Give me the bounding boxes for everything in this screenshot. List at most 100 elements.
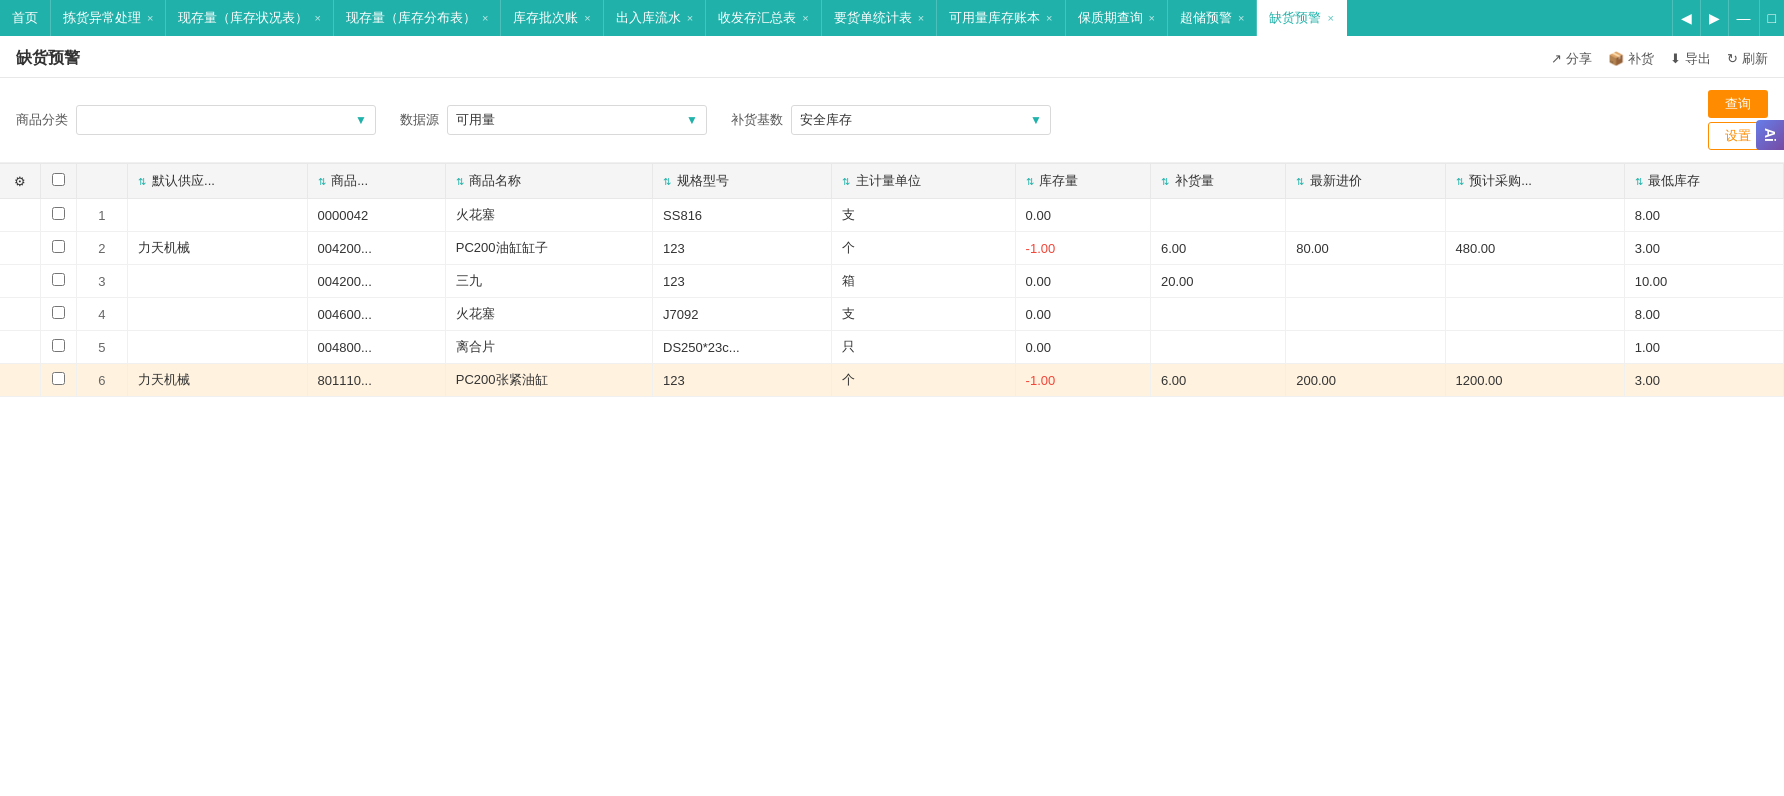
th-row-num (76, 164, 128, 199)
share-button[interactable]: ↗ 分享 (1551, 50, 1592, 68)
row-checkbox-cell[interactable] (40, 331, 76, 364)
table-row: 4 004600... 火花塞 J7092 支 0.00 8.00 (0, 298, 1784, 331)
th-unit[interactable]: ⇅ 主计量单位 (832, 164, 1015, 199)
sort-icon: ⇅ (1026, 176, 1034, 187)
tab-demand-stats[interactable]: 要货单统计表 × (822, 0, 937, 36)
row-checkbox-cell[interactable] (40, 232, 76, 265)
th-supplier[interactable]: ⇅ 默认供应... (128, 164, 307, 199)
category-select[interactable]: ▼ (76, 105, 376, 135)
tab-picking-exception[interactable]: 拣货异常处理 × (51, 0, 166, 36)
tab-inventory-distribution[interactable]: 现存量（库存分布表） × (334, 0, 501, 36)
row-name: 三九 (445, 265, 652, 298)
select-all-th[interactable] (40, 164, 76, 199)
sort-icon: ⇅ (456, 176, 464, 187)
tab-close-icon[interactable]: × (687, 12, 693, 24)
row-checkbox[interactable] (52, 339, 65, 352)
tab-close-icon[interactable]: × (147, 12, 153, 24)
tab-close-icon[interactable]: × (314, 12, 320, 24)
tab-close-icon[interactable]: × (802, 12, 808, 24)
tab-prev-button[interactable]: ◀ (1672, 0, 1700, 36)
export-button[interactable]: ⬇ 导出 (1670, 50, 1711, 68)
th-spec[interactable]: ⇅ 规格型号 (653, 164, 832, 199)
row-gear-cell (0, 331, 40, 364)
tab-receipt-summary[interactable]: 收发存汇总表 × (706, 0, 821, 36)
tab-overstock[interactable]: 超储预警 × (1168, 0, 1257, 36)
row-latest-price: 80.00 (1286, 232, 1445, 265)
th-min-stock[interactable]: ⇅ 最低库存 (1624, 164, 1783, 199)
table-row: 5 004800... 离合片 DS250*23c... 只 0.00 1.00 (0, 331, 1784, 364)
row-supplier (128, 298, 307, 331)
sort-icon: ⇅ (1161, 176, 1169, 187)
tab-batch-account[interactable]: 库存批次账 × (501, 0, 603, 36)
replenish-base-filter-group: 补货基数 安全库存 ▼ (731, 105, 1051, 135)
row-code: 004200... (307, 265, 445, 298)
row-replenish (1150, 331, 1285, 364)
row-min-stock: 3.00 (1624, 364, 1783, 397)
row-checkbox[interactable] (52, 372, 65, 385)
tab-close-icon[interactable]: × (1238, 12, 1244, 24)
table-row: 1 0000042 火花塞 SS816 支 0.00 8.00 (0, 199, 1784, 232)
tab-shortage[interactable]: 缺货预警 × (1257, 0, 1346, 36)
row-gear-cell (0, 199, 40, 232)
tab-inout-flow[interactable]: 出入库流水 × (604, 0, 706, 36)
row-unit: 个 (832, 364, 1015, 397)
row-checkbox-cell[interactable] (40, 265, 76, 298)
th-name[interactable]: ⇅ 商品名称 (445, 164, 652, 199)
row-min-stock: 10.00 (1624, 265, 1783, 298)
table-header-row: ⚙ ⇅ 默认供应... ⇅ 商品... ⇅ 商品名称 (0, 164, 1784, 199)
tab-close-icon[interactable]: × (918, 12, 924, 24)
tab-close-icon[interactable]: × (584, 12, 590, 24)
row-checkbox-cell[interactable] (40, 199, 76, 232)
tab-maximize-button[interactable]: □ (1759, 0, 1784, 36)
tab-close-icon[interactable]: × (1149, 12, 1155, 24)
tab-home[interactable]: 首页 (0, 0, 51, 36)
replenish-button[interactable]: 📦 补货 (1608, 50, 1654, 68)
query-button[interactable]: 查询 (1708, 90, 1768, 118)
tab-expiry-query[interactable]: 保质期查询 × (1066, 0, 1168, 36)
tab-close-icon[interactable]: × (1327, 12, 1333, 24)
select-all-checkbox[interactable] (52, 173, 65, 186)
tab-minimize-button[interactable]: — (1728, 0, 1759, 36)
header-actions: ↗ 分享 📦 补货 ⬇ 导出 ↻ 刷新 (1551, 50, 1768, 68)
row-checkbox[interactable] (52, 240, 65, 253)
th-stock[interactable]: ⇅ 库存量 (1015, 164, 1150, 199)
page-title: 缺货预警 (16, 48, 80, 69)
th-replenish[interactable]: ⇅ 补货量 (1150, 164, 1285, 199)
gear-settings-th[interactable]: ⚙ (0, 164, 40, 199)
refresh-button[interactable]: ↻ 刷新 (1727, 50, 1768, 68)
th-code[interactable]: ⇅ 商品... (307, 164, 445, 199)
row-replenish (1150, 199, 1285, 232)
row-latest-price: 200.00 (1286, 364, 1445, 397)
row-checkbox[interactable] (52, 207, 65, 220)
row-supplier (128, 331, 307, 364)
tab-close-icon[interactable]: × (1046, 12, 1052, 24)
row-code: 004200... (307, 232, 445, 265)
row-latest-price (1286, 331, 1445, 364)
datasource-select[interactable]: 可用量 ▼ (447, 105, 707, 135)
filter-bar: 商品分类 ▼ 数据源 可用量 ▼ 补货基数 安全库存 ▼ 查询 设置 (0, 78, 1784, 163)
tab-inventory-status[interactable]: 现存量（库存状况表） × (166, 0, 333, 36)
row-number: 5 (76, 331, 128, 364)
tab-close-icon[interactable]: × (482, 12, 488, 24)
row-min-stock: 8.00 (1624, 199, 1783, 232)
ai-assistant-button[interactable]: Ai (1756, 120, 1784, 150)
category-filter-group: 商品分类 ▼ (16, 105, 376, 135)
row-min-stock: 3.00 (1624, 232, 1783, 265)
table-body: 1 0000042 火花塞 SS816 支 0.00 8.00 2 力天机械 0… (0, 199, 1784, 397)
table-container: ⚙ ⇅ 默认供应... ⇅ 商品... ⇅ 商品名称 (0, 163, 1784, 397)
row-checkbox-cell[interactable] (40, 298, 76, 331)
row-checkbox-cell[interactable] (40, 364, 76, 397)
tab-next-button[interactable]: ▶ (1700, 0, 1728, 36)
sort-icon: ⇅ (1456, 176, 1464, 187)
row-checkbox[interactable] (52, 306, 65, 319)
row-latest-price (1286, 265, 1445, 298)
row-checkbox[interactable] (52, 273, 65, 286)
export-icon: ⬇ (1670, 51, 1681, 66)
th-est-purchase[interactable]: ⇅ 预计采购... (1445, 164, 1624, 199)
row-latest-price (1286, 199, 1445, 232)
row-number: 4 (76, 298, 128, 331)
tab-available-ledger[interactable]: 可用量库存账本 × (937, 0, 1065, 36)
th-latest-price[interactable]: ⇅ 最新进价 (1286, 164, 1445, 199)
replenish-base-select[interactable]: 安全库存 ▼ (791, 105, 1051, 135)
sort-icon: ⇅ (1296, 176, 1304, 187)
